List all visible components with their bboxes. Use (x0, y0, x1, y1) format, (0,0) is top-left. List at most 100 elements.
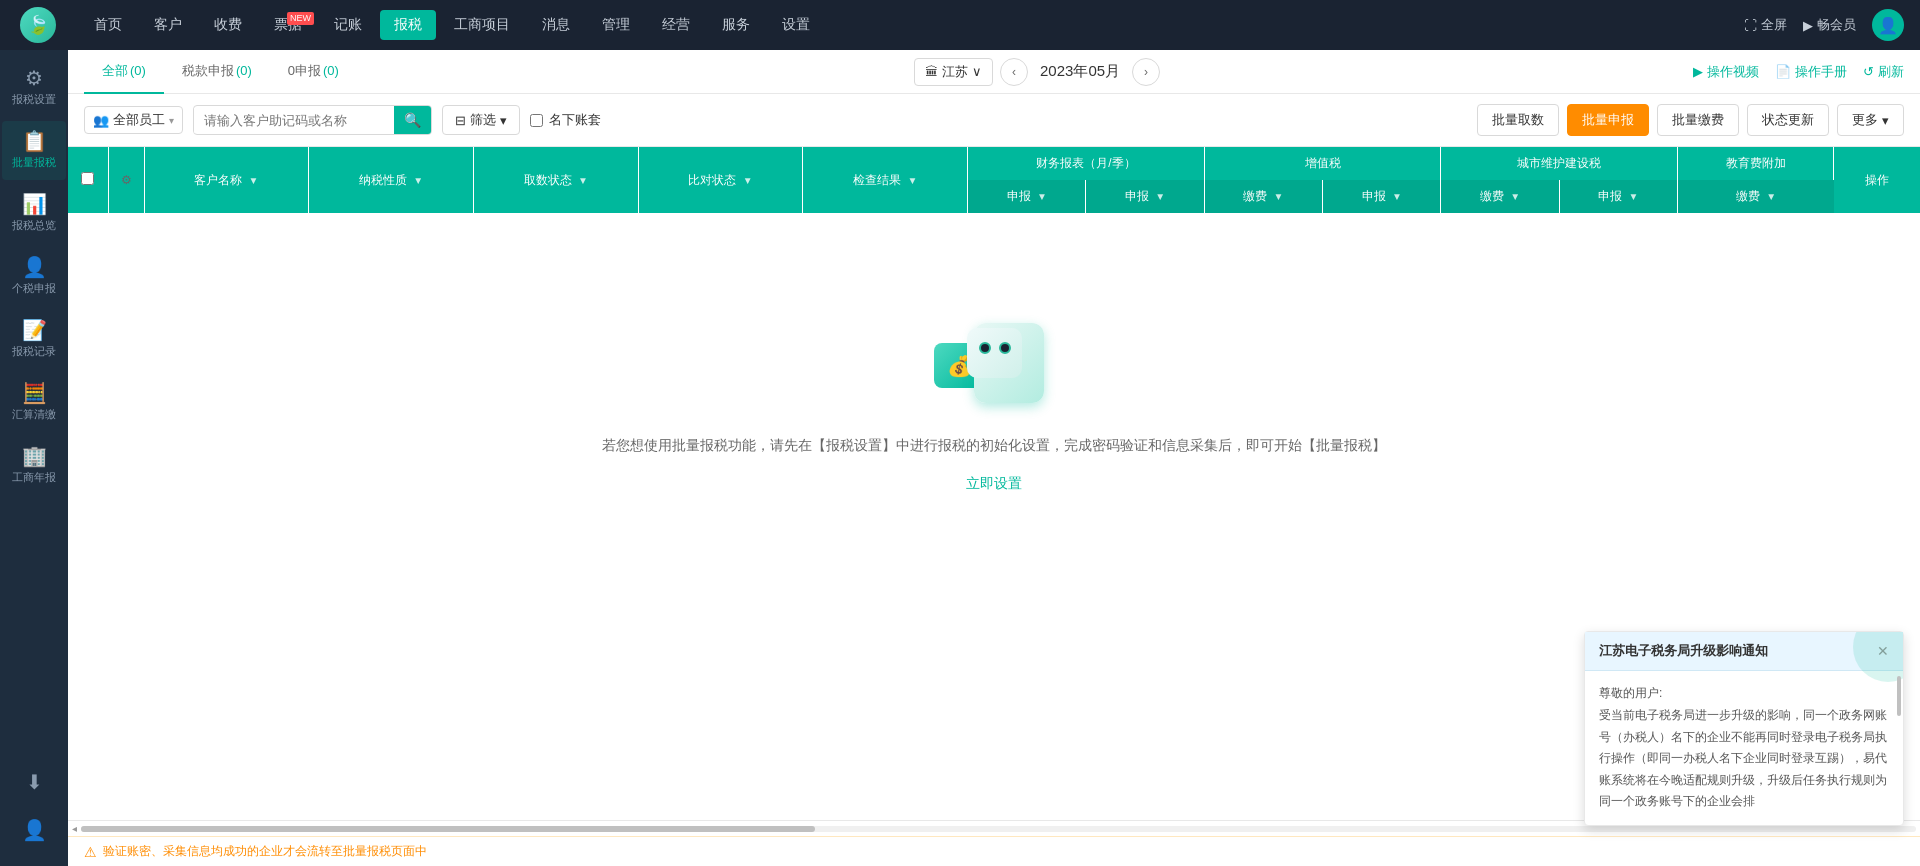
filter-button[interactable]: ⊟ 筛选 ▾ (442, 105, 520, 135)
status-bar: ⚠ 验证账密、采集信息均成功的企业才会流转至批量报税页面中 (68, 836, 1920, 866)
new-badge: NEW (287, 12, 314, 25)
th-edu-pay: 缴费 ▼ (1677, 180, 1833, 213)
video-link[interactable]: ▶ 操作视频 (1693, 63, 1759, 81)
compare-status-filter-icon[interactable]: ▼ (743, 175, 753, 186)
employee-select-icon: 👥 (93, 113, 109, 128)
notif-corner (1853, 632, 1903, 682)
th-checkbox[interactable] (68, 147, 108, 213)
warning-icon: ⚠ (84, 844, 97, 860)
tab-zero-declare[interactable]: 0申报 (0) (270, 50, 357, 94)
th-check-result: 检查结果 ▼ (803, 147, 968, 213)
tabs-bar: 全部 (0) 税款申报 (0) 0申报 (0) 🏛 江苏 ∨ ‹ 2023年05… (68, 50, 1920, 94)
nav-message[interactable]: 消息 (528, 10, 584, 40)
sidebar-item-tax-settings[interactable]: ⚙ 报税设置 (2, 58, 66, 117)
nav-settings[interactable]: 设置 (768, 10, 824, 40)
account-checkbox-label[interactable]: 名下账套 (530, 111, 601, 129)
vat-declare-filter-icon[interactable]: ▼ (1155, 191, 1165, 202)
th-gear[interactable]: ⚙ (108, 147, 144, 213)
sidebar-download-btn[interactable]: ⬇ (2, 762, 66, 802)
notification-panel: 江苏电子税务局升级影响通知 ✕ 尊敬的用户: 受当前电子税务局进一步升级的影响，… (1584, 631, 1904, 826)
nav-business[interactable]: 工商项目 (440, 10, 524, 40)
nav-home[interactable]: 首页 (80, 10, 136, 40)
more-btn[interactable]: 更多 ▾ (1837, 104, 1904, 136)
batch-declare-btn[interactable]: 批量申报 (1567, 104, 1649, 136)
empty-text: 若您想使用批量报税功能，请先在【报税设置】中进行报税的初始化设置，完成密码验证和… (602, 433, 1386, 458)
nav-invoice[interactable]: 票据 NEW (260, 10, 316, 40)
nav-service[interactable]: 服务 (708, 10, 764, 40)
scroll-left-icon[interactable]: ◂ (72, 823, 77, 834)
annual-settle-icon: 🧮 (22, 383, 47, 403)
refresh-link[interactable]: ↺ 刷新 (1863, 63, 1904, 81)
sidebar-item-annual-settle[interactable]: 🧮 汇算清缴 (2, 373, 66, 432)
employee-select-arrow-icon: ▾ (169, 115, 174, 126)
notification-body: 尊敬的用户: 受当前电子税务局进一步升级的影响，同一个政务网账号（办税人）名下的… (1585, 671, 1903, 825)
refresh-icon: ↺ (1863, 64, 1874, 79)
sidebar-item-personal-tax[interactable]: 👤 个税申报 (2, 247, 66, 306)
batch-pay-btn[interactable]: 批量缴费 (1657, 104, 1739, 136)
nav-operation[interactable]: 经营 (648, 10, 704, 40)
top-navigation: 🍃 首页 客户 收费 票据 NEW 记账 报税 工商项目 消息 管理 经营 服务… (0, 0, 1920, 50)
nav-tax[interactable]: 报税 (380, 10, 436, 40)
scrollbar-track[interactable] (81, 826, 1916, 832)
search-input[interactable] (194, 108, 394, 133)
employee-select[interactable]: 👥 全部员工 ▾ (84, 106, 183, 134)
th-financial-declare: 申报 ▼ (968, 180, 1086, 213)
sidebar-item-tax-overview[interactable]: 📊 报税总览 (2, 184, 66, 243)
notification-scrollbar[interactable] (1897, 672, 1901, 825)
date-display: 2023年05月 (1040, 62, 1120, 81)
fullscreen-btn[interactable]: ⛶ 全屏 (1744, 16, 1787, 34)
logo[interactable]: 🍃 (16, 3, 60, 47)
edu-pay-filter-icon[interactable]: ▼ (1766, 191, 1776, 202)
tab-tax-declare[interactable]: 税款申报 (0) (164, 50, 270, 94)
nav-customer[interactable]: 客户 (140, 10, 196, 40)
financial-declare-filter-icon[interactable]: ▼ (1037, 191, 1047, 202)
check-result-filter-icon[interactable]: ▼ (907, 175, 917, 186)
status-update-btn[interactable]: 状态更新 (1747, 104, 1829, 136)
select-all-checkbox[interactable] (81, 172, 94, 185)
setup-link[interactable]: 立即设置 (966, 475, 1022, 493)
sidebar-item-tax-records[interactable]: 📝 报税记录 (2, 310, 66, 369)
tab-all[interactable]: 全部 (0) (84, 50, 164, 94)
th-city-build-tax: 城市维护建设税 (1441, 147, 1678, 180)
filter-icon: ⊟ (455, 113, 466, 128)
sidebar-item-annual-report[interactable]: 🏢 工商年报 (2, 436, 66, 495)
fetch-status-filter-icon[interactable]: ▼ (578, 175, 588, 186)
sidebar-item-batch-tax[interactable]: 📋 批量报税 (2, 121, 66, 180)
avatar[interactable]: 👤 (1872, 9, 1904, 41)
tabs-bar-right: ▶ 操作视频 📄 操作手册 ↺ 刷新 (1693, 63, 1904, 81)
nav-fee[interactable]: 收费 (200, 10, 256, 40)
tax-type-filter-icon[interactable]: ▼ (413, 175, 423, 186)
batch-fetch-btn[interactable]: 批量取数 (1477, 104, 1559, 136)
vat-pay-filter-icon[interactable]: ▼ (1274, 191, 1284, 202)
region-arrow-icon: ∨ (972, 64, 982, 79)
th-vat-declare: 申报 ▼ (1086, 180, 1204, 213)
robot-eye-left (979, 342, 991, 354)
tax-overview-icon: 📊 (22, 194, 47, 214)
th-vat-pay: 缴费 ▼ (1204, 180, 1322, 213)
th-tax-type: 纳税性质 ▼ (309, 147, 474, 213)
nav-manage[interactable]: 管理 (588, 10, 644, 40)
next-month-btn[interactable]: › (1132, 58, 1160, 86)
th-city-pay: 缴费 ▼ (1441, 180, 1559, 213)
edu-declare-filter-icon[interactable]: ▼ (1629, 191, 1639, 202)
region-selector[interactable]: 🏛 江苏 ∨ (914, 58, 993, 86)
nav-right: ⛶ 全屏 ▶ 畅会员 👤 (1744, 9, 1904, 41)
city-declare-filter-icon[interactable]: ▼ (1392, 191, 1402, 202)
customer-filter-icon[interactable]: ▼ (249, 175, 259, 186)
sidebar-user-btn[interactable]: 👤 (2, 810, 66, 850)
nav-accounting[interactable]: 记账 (320, 10, 376, 40)
manual-icon: 📄 (1775, 64, 1791, 79)
sidebar: ⚙ 报税设置 📋 批量报税 📊 报税总览 👤 个税申报 📝 报税记录 🧮 汇算清… (0, 50, 68, 866)
notification-content: 受当前电子税务局进一步升级的影响，同一个政务网账号（办税人）名下的企业不能再同时… (1599, 705, 1889, 813)
member-btn[interactable]: ▶ 畅会员 (1803, 16, 1856, 34)
member-icon: ▶ (1803, 18, 1813, 33)
robot-illustration: 💰 (934, 283, 1054, 403)
region-bar: 🏛 江苏 ∨ ‹ 2023年05月 › (381, 58, 1693, 86)
prev-month-btn[interactable]: ‹ (1000, 58, 1028, 86)
account-checkbox[interactable] (530, 114, 543, 127)
search-button[interactable]: 🔍 (394, 106, 431, 134)
notif-corner-inner (1853, 632, 1903, 682)
manual-link[interactable]: 📄 操作手册 (1775, 63, 1847, 81)
more-arrow-icon: ▾ (1882, 113, 1889, 128)
city-pay-filter-icon[interactable]: ▼ (1510, 191, 1520, 202)
